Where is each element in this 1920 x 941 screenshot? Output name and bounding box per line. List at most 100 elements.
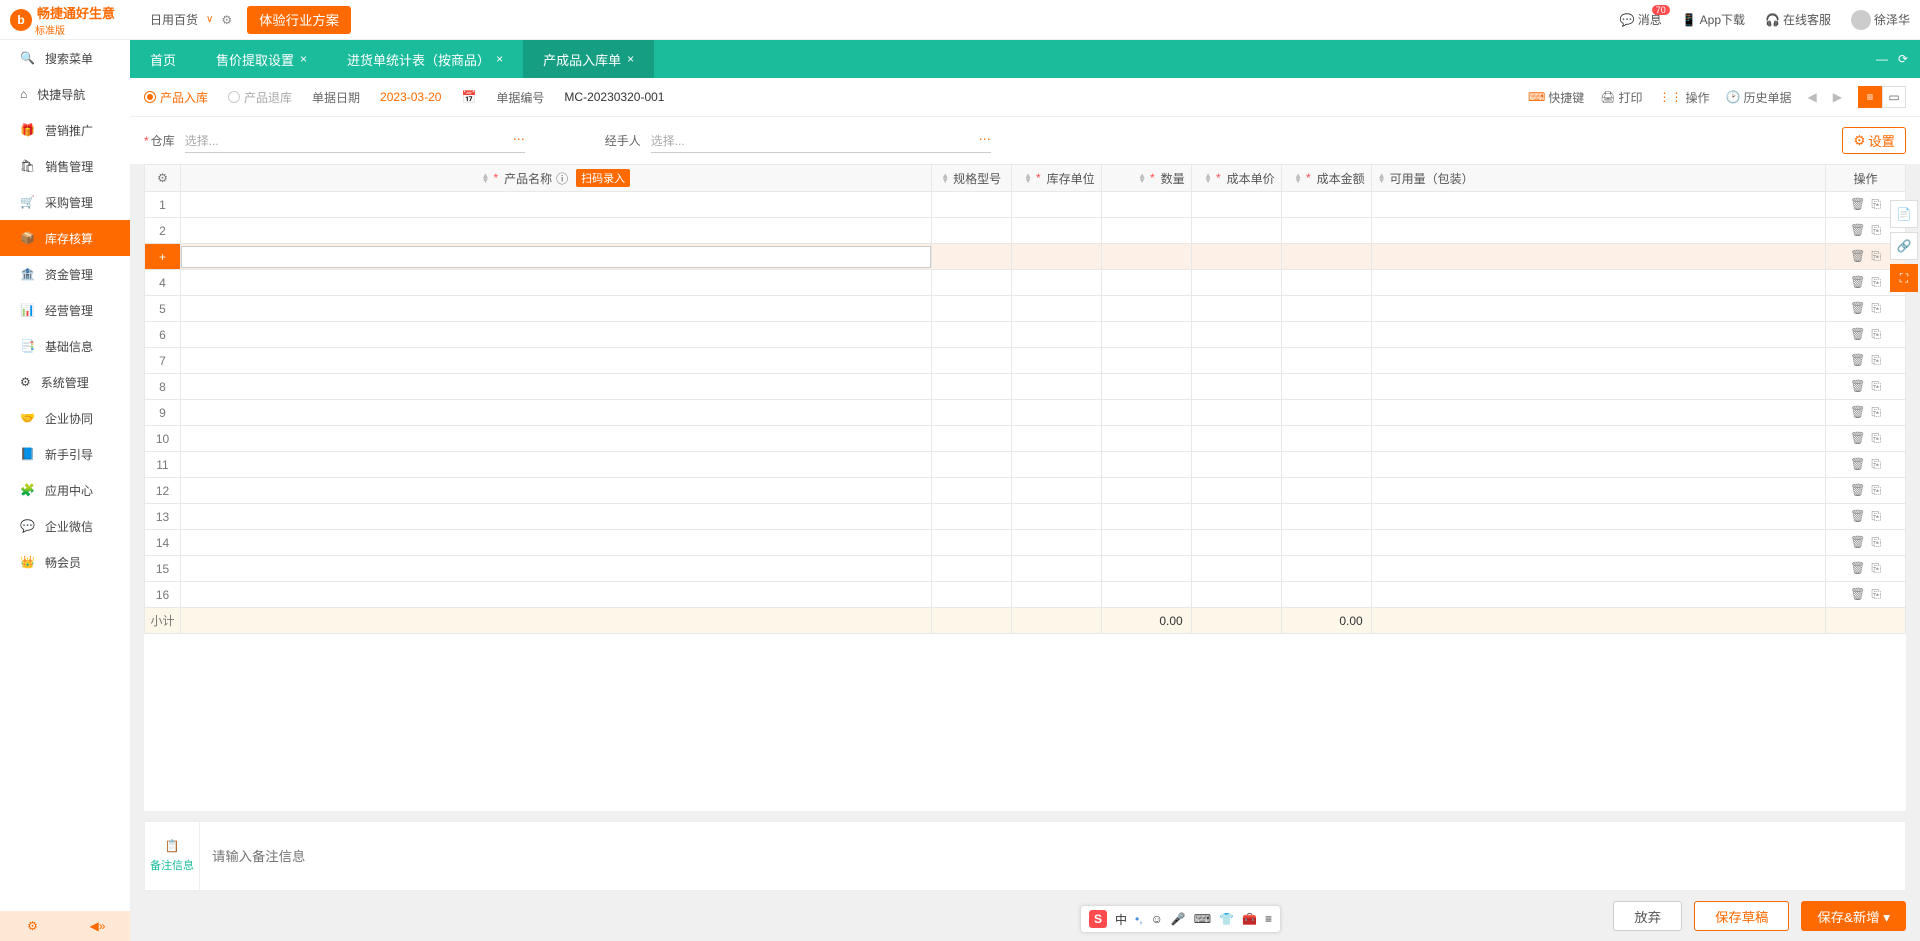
save-draft-button[interactable]: 保存草稿 xyxy=(1694,901,1789,931)
delete-icon[interactable]: 🗑 xyxy=(1850,353,1865,367)
warehouse-select[interactable]: 选择... ⋯ xyxy=(185,129,525,153)
table-row[interactable]: 9 🗑⎘ xyxy=(145,400,1906,426)
ime-menu-icon[interactable]: ≡ xyxy=(1265,912,1272,926)
copy-icon[interactable]: ⎘ xyxy=(1871,353,1881,367)
business-type-select[interactable]: 日用百货 ∨ ⚙ xyxy=(150,11,232,28)
table-row[interactable]: 7 🗑⎘ xyxy=(145,348,1906,374)
sidebar-item-8[interactable]: 📑基础信息 xyxy=(0,328,130,364)
remark-input[interactable] xyxy=(200,822,1905,890)
table-row[interactable]: + 🗑 ⎘ xyxy=(145,244,1906,270)
copy-icon[interactable]: ⎘ xyxy=(1871,535,1881,549)
delete-icon[interactable]: 🗑 xyxy=(1850,197,1865,211)
sidebar-item-11[interactable]: 📘新手引导 xyxy=(0,436,130,472)
delete-icon[interactable]: 🗑 xyxy=(1850,405,1865,419)
print-button[interactable]: 🖨打印 xyxy=(1600,89,1642,106)
tab-1[interactable]: 售价提取设置× xyxy=(196,40,327,78)
delete-icon[interactable]: 🗑 xyxy=(1850,587,1865,601)
product-input[interactable] xyxy=(181,246,931,268)
gear-icon[interactable]: ⚙ xyxy=(157,171,168,185)
operate-button[interactable]: ⋮⋮操作 xyxy=(1659,89,1710,106)
sidebar-item-4[interactable]: 🛒采购管理 xyxy=(0,184,130,220)
shortcut-button[interactable]: ⌨快捷键 xyxy=(1528,89,1584,106)
calendar-icon[interactable]: 📅 xyxy=(461,90,476,104)
sidebar-item-2[interactable]: 🎁营销推广 xyxy=(0,112,130,148)
gear-icon[interactable]: ⚙ xyxy=(221,13,232,27)
delete-icon[interactable]: 🗑 xyxy=(1850,379,1865,393)
copy-icon[interactable]: ⎘ xyxy=(1871,561,1881,575)
tab-0[interactable]: 首页 xyxy=(130,40,196,78)
copy-icon[interactable]: ⎘ xyxy=(1871,457,1881,471)
history-button[interactable]: 🕑历史单据 xyxy=(1726,89,1792,106)
close-icon[interactable]: × xyxy=(496,52,503,66)
save-new-button[interactable]: 保存&新增 ▾ xyxy=(1801,901,1906,931)
ime-tool-icon[interactable]: 🧰 xyxy=(1242,912,1257,926)
ime-keyboard-icon[interactable]: ⌨ xyxy=(1194,912,1211,926)
messages-button[interactable]: 💬 消息 70 xyxy=(1620,11,1662,28)
copy-icon[interactable]: ⎘ xyxy=(1871,483,1881,497)
table-row[interactable]: 6 🗑⎘ xyxy=(145,322,1906,348)
copy-icon[interactable]: ⎘ xyxy=(1871,431,1881,445)
settings-button[interactable]: ⚙设置 xyxy=(1842,127,1906,154)
sidebar-item-12[interactable]: 🧩应用中心 xyxy=(0,472,130,508)
ellipsis-icon[interactable]: ⋯ xyxy=(979,132,991,149)
tab-3[interactable]: 产成品入库单× xyxy=(523,40,654,78)
sidebar-item-13[interactable]: 💬企业微信 xyxy=(0,508,130,544)
ime-emoji-icon[interactable]: ☺ xyxy=(1151,912,1163,926)
copy-icon[interactable]: ⎘ xyxy=(1871,327,1881,341)
user-menu[interactable]: 徐泽华 xyxy=(1851,10,1910,30)
sidebar-item-7[interactable]: 📊经营管理 xyxy=(0,292,130,328)
view-list-icon[interactable]: ≡ xyxy=(1858,86,1882,108)
sidebar-item-10[interactable]: 🤝企业协同 xyxy=(0,400,130,436)
delete-icon[interactable]: 🗑 xyxy=(1850,249,1865,263)
copy-icon[interactable]: ⎘ xyxy=(1871,379,1881,393)
add-row-icon[interactable]: + xyxy=(154,248,172,266)
sidebar-collapse[interactable]: ◀» xyxy=(65,911,130,941)
delete-icon[interactable]: 🗑 xyxy=(1850,275,1865,289)
online-service-button[interactable]: 🎧 在线客服 xyxy=(1765,11,1831,28)
table-row[interactable]: 8 🗑⎘ xyxy=(145,374,1906,400)
table-row[interactable]: 10 🗑⎘ xyxy=(145,426,1906,452)
table-row[interactable]: 1 🗑⎘ xyxy=(145,192,1906,218)
minimize-icon[interactable]: — xyxy=(1876,52,1888,66)
table-row[interactable]: 13 🗑⎘ xyxy=(145,504,1906,530)
delete-icon[interactable]: 🗑 xyxy=(1850,561,1865,575)
close-icon[interactable]: × xyxy=(300,52,307,66)
sidebar-item-6[interactable]: 🏦资金管理 xyxy=(0,256,130,292)
delete-icon[interactable]: 🗑 xyxy=(1850,223,1865,237)
refresh-icon[interactable]: ⟳ xyxy=(1898,52,1908,66)
radio-product-in[interactable]: 产品入库 xyxy=(144,89,208,106)
delete-icon[interactable]: 🗑 xyxy=(1850,457,1865,471)
app-download-button[interactable]: 📱 App下载 xyxy=(1682,11,1745,28)
delete-icon[interactable]: 🗑 xyxy=(1850,327,1865,341)
date-value[interactable]: 2023-03-20 xyxy=(380,90,441,104)
sidebar-item-14[interactable]: 👑畅会员 xyxy=(0,544,130,580)
sidebar-item-1[interactable]: ⌂快捷导航 xyxy=(0,76,130,112)
delete-icon[interactable]: 🗑 xyxy=(1850,301,1865,315)
sidebar-item-9[interactable]: ⚙系统管理 xyxy=(0,364,130,400)
experience-button[interactable]: 体验行业方案 xyxy=(247,6,351,34)
handler-select[interactable]: 选择... ⋯ xyxy=(651,129,991,153)
tool-pill-2[interactable]: 🔗 xyxy=(1890,232,1918,260)
sidebar-item-0[interactable]: 🔍搜索菜单 xyxy=(0,40,130,76)
discard-button[interactable]: 放弃 xyxy=(1613,901,1682,931)
scan-button[interactable]: 扫码录入 xyxy=(576,169,630,187)
radio-product-out[interactable]: 产品退库 xyxy=(228,89,292,106)
copy-icon[interactable]: ⎘ xyxy=(1871,275,1881,289)
table-row[interactable]: 5 🗑⎘ xyxy=(145,296,1906,322)
table-row[interactable]: 12 🗑⎘ xyxy=(145,478,1906,504)
copy-icon[interactable]: ⎘ xyxy=(1871,509,1881,523)
copy-icon[interactable]: ⎘ xyxy=(1871,249,1881,263)
sidebar-item-5[interactable]: 📦库存核算 xyxy=(0,220,130,256)
view-form-icon[interactable]: ▭ xyxy=(1882,86,1906,108)
ime-bar[interactable]: S 中 •, ☺ 🎤 ⌨ 👕 🧰 ≡ xyxy=(1080,905,1281,933)
copy-icon[interactable]: ⎘ xyxy=(1871,405,1881,419)
prev-icon[interactable]: ◀ xyxy=(1808,90,1817,104)
ime-skin-icon[interactable]: 👕 xyxy=(1219,912,1234,926)
table-row[interactable]: 16 🗑⎘ xyxy=(145,582,1906,608)
tab-2[interactable]: 进货单统计表（按商品）× xyxy=(327,40,523,78)
table-row[interactable]: 15 🗑⎘ xyxy=(145,556,1906,582)
delete-icon[interactable]: 🗑 xyxy=(1850,483,1865,497)
copy-icon[interactable]: ⎘ xyxy=(1871,223,1881,237)
remark-tab[interactable]: 📋 备注信息 xyxy=(145,822,200,890)
table-row[interactable]: 4 🗑⎘ xyxy=(145,270,1906,296)
